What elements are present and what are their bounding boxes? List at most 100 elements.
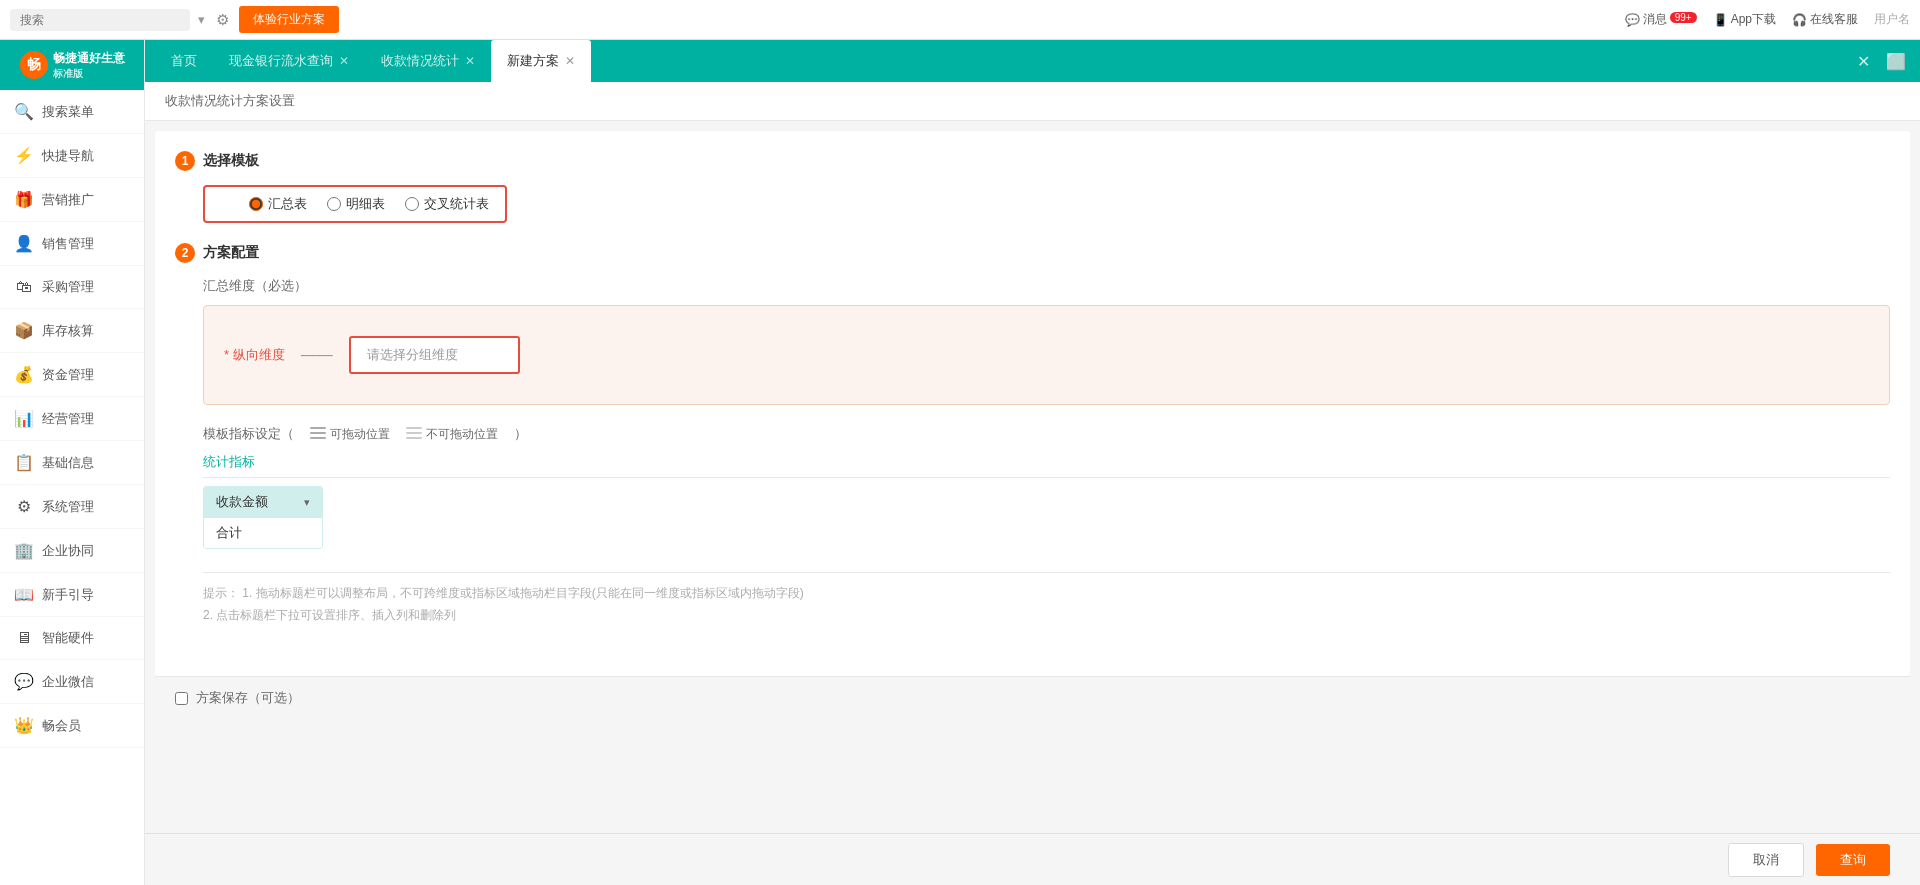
download-icon: 📱 [1713, 13, 1728, 27]
section1-label: 选择模板 [203, 152, 259, 170]
sidebar-item-label: 智能硬件 [42, 629, 94, 647]
breadcrumb: 收款情况统计方案设置 [145, 82, 1920, 121]
indicator-header: 模板指标设定（ [203, 425, 1890, 443]
user-name[interactable]: 用户名 [1874, 11, 1910, 28]
wechat-icon: 💬 [14, 672, 34, 691]
quick-nav-icon: ⚡ [14, 146, 34, 165]
sidebar-item-wechat[interactable]: 💬 企业微信 [0, 660, 144, 704]
sidebar-item-search-menu[interactable]: 🔍 搜索菜单 [0, 90, 144, 134]
search-input[interactable] [10, 9, 190, 31]
tab-home-label: 首页 [171, 52, 197, 70]
sidebar-item-marketing[interactable]: 🎁 营销推广 [0, 178, 144, 222]
dimension-row: * 纵向维度 —— 请选择分组维度 [224, 336, 1869, 374]
svg-rect-3 [406, 427, 422, 429]
messages-button[interactable]: 💬 消息 99+ [1625, 11, 1697, 28]
sidebar-item-label: 快捷导航 [42, 147, 94, 165]
download-button[interactable]: 📱 App下载 [1713, 11, 1776, 28]
tip-text-2: 2. 点击标题栏下拉可设置排序、插入列和删除列 [203, 605, 1890, 627]
tab-receipts-stats-label: 收款情况统计 [381, 52, 459, 70]
not-draggable-label: 不可拖动位置 [426, 426, 498, 443]
radio-detail[interactable]: 明细表 [327, 195, 385, 213]
radio-cross-label: 交叉统计表 [424, 195, 489, 213]
stats-table-header[interactable]: 收款金额 ▾ [204, 487, 322, 517]
radio-summary-label: 汇总表 [268, 195, 307, 213]
tab-maximize[interactable]: ⬜ [1882, 48, 1910, 75]
dropdown-icon[interactable]: ▾ [198, 12, 205, 27]
member-icon: 👑 [14, 716, 34, 735]
tab-bar: 首页 现金银行流水查询 ✕ 收款情况统计 ✕ 新建方案 ✕ ✕ ⬜ [145, 40, 1920, 82]
settings-icon[interactable]: ⚙ [213, 11, 231, 29]
sidebar-item-inventory[interactable]: 📦 库存核算 [0, 309, 144, 353]
sidebar-item-guide[interactable]: 📖 新手引导 [0, 573, 144, 617]
cancel-button[interactable]: 取消 [1728, 843, 1804, 877]
industry-button[interactable]: 体验行业方案 [239, 6, 339, 33]
enterprise-icon: 🏢 [14, 541, 34, 560]
sidebar-item-operations[interactable]: 📊 经营管理 [0, 397, 144, 441]
tip-label: 提示： [203, 586, 239, 600]
radio-detail-label: 明细表 [346, 195, 385, 213]
sidebar-item-label: 搜索菜单 [42, 103, 94, 121]
sidebar-item-label: 库存核算 [42, 322, 94, 340]
stats-section-label: 统计指标 [203, 453, 1890, 478]
headset-icon: 🎧 [1792, 13, 1807, 27]
tab-new-plan[interactable]: 新建方案 ✕ [491, 40, 591, 82]
support-button[interactable]: 🎧 在线客服 [1792, 11, 1858, 28]
sales-icon: 👤 [14, 234, 34, 253]
tab-close-window[interactable]: ✕ [1853, 48, 1874, 75]
tab-bank-flow-label: 现金银行流水查询 [229, 52, 333, 70]
sidebar-item-hardware[interactable]: 🖥 智能硬件 [0, 617, 144, 660]
edition-text: 标准版 [53, 67, 125, 81]
sidebar-item-sales[interactable]: 👤 销售管理 [0, 222, 144, 266]
not-draggable-badge: 不可拖动位置 [406, 426, 498, 443]
tip-text-1: 提示： 1. 拖动标题栏可以调整布局，不可跨维度或指标区域拖动栏目字段(只能在同… [203, 583, 1890, 605]
section-template: 1 选择模板 汇总表 明细表 [175, 151, 1890, 223]
download-label: App下载 [1731, 11, 1776, 28]
sidebar-item-label: 采购管理 [42, 278, 94, 296]
section1-number: 1 [175, 151, 195, 171]
radio-summary-input[interactable] [249, 197, 263, 211]
tab-receipts-stats[interactable]: 收款情况统计 ✕ [365, 40, 491, 82]
messages-badge: 99+ [1670, 12, 1697, 23]
tab-receipts-stats-close[interactable]: ✕ [465, 54, 475, 68]
save-label: 方案保存（可选） [196, 689, 300, 707]
operations-icon: 📊 [14, 409, 34, 428]
sidebar-item-purchase[interactable]: 🛍 采购管理 [0, 266, 144, 309]
svg-rect-1 [310, 432, 326, 434]
sidebar-item-label: 畅会员 [42, 717, 81, 735]
top-bar-left: ▾ ⚙ 体验行业方案 [10, 6, 1625, 33]
query-button[interactable]: 查询 [1816, 844, 1890, 876]
breadcrumb-text: 收款情况统计方案设置 [165, 93, 295, 108]
dim-select-box[interactable]: 请选择分组维度 [349, 336, 520, 374]
section-config: 2 方案配置 汇总维度（必选） * 纵向维度 [175, 243, 1890, 636]
not-drag-icon [406, 427, 422, 442]
tab-bank-flow-close[interactable]: ✕ [339, 54, 349, 68]
dim-placeholder: 请选择分组维度 [367, 347, 458, 362]
sidebar-item-label: 新手引导 [42, 586, 94, 604]
radio-detail-input[interactable] [327, 197, 341, 211]
support-label: 在线客服 [1810, 11, 1858, 28]
purchase-icon: 🛍 [14, 278, 34, 296]
sidebar-item-label: 企业微信 [42, 673, 94, 691]
dimension-area: * 纵向维度 —— 请选择分组维度 [203, 305, 1890, 405]
sidebar-item-finance[interactable]: 💰 资金管理 [0, 353, 144, 397]
sidebar-item-system[interactable]: ⚙ 系统管理 [0, 485, 144, 529]
tab-bar-right: ✕ ⬜ [1853, 48, 1910, 75]
basic-info-icon: 📋 [14, 453, 34, 472]
tab-home[interactable]: 首页 [155, 40, 213, 82]
sidebar-item-quick-nav[interactable]: ⚡ 快捷导航 [0, 134, 144, 178]
sidebar-item-member[interactable]: 👑 畅会员 [0, 704, 144, 748]
stats-table-row: 合计 [204, 517, 322, 548]
save-option-bar: 方案保存（可选） [155, 676, 1910, 719]
tip1: 1. 拖动标题栏可以调整布局，不可跨维度或指标区域拖动栏目字段(只能在同一维度或… [242, 586, 803, 600]
radio-summary[interactable]: 汇总表 [249, 195, 307, 213]
tab-bank-flow[interactable]: 现金银行流水查询 ✕ [213, 40, 365, 82]
radio-cross[interactable]: 交叉统计表 [405, 195, 489, 213]
sidebar-item-basic-info[interactable]: 📋 基础信息 [0, 441, 144, 485]
indicator-close-paren: ） [514, 425, 527, 443]
tab-new-plan-close[interactable]: ✕ [565, 54, 575, 68]
sidebar-item-enterprise[interactable]: 🏢 企业协同 [0, 529, 144, 573]
save-checkbox[interactable] [175, 692, 188, 705]
sidebar: 畅 畅捷通好生意 标准版 🔍 搜索菜单 ⚡ 快捷导航 🎁 营销推广 👤 销售管理… [0, 40, 145, 885]
hardware-icon: 🖥 [14, 629, 34, 647]
radio-cross-input[interactable] [405, 197, 419, 211]
